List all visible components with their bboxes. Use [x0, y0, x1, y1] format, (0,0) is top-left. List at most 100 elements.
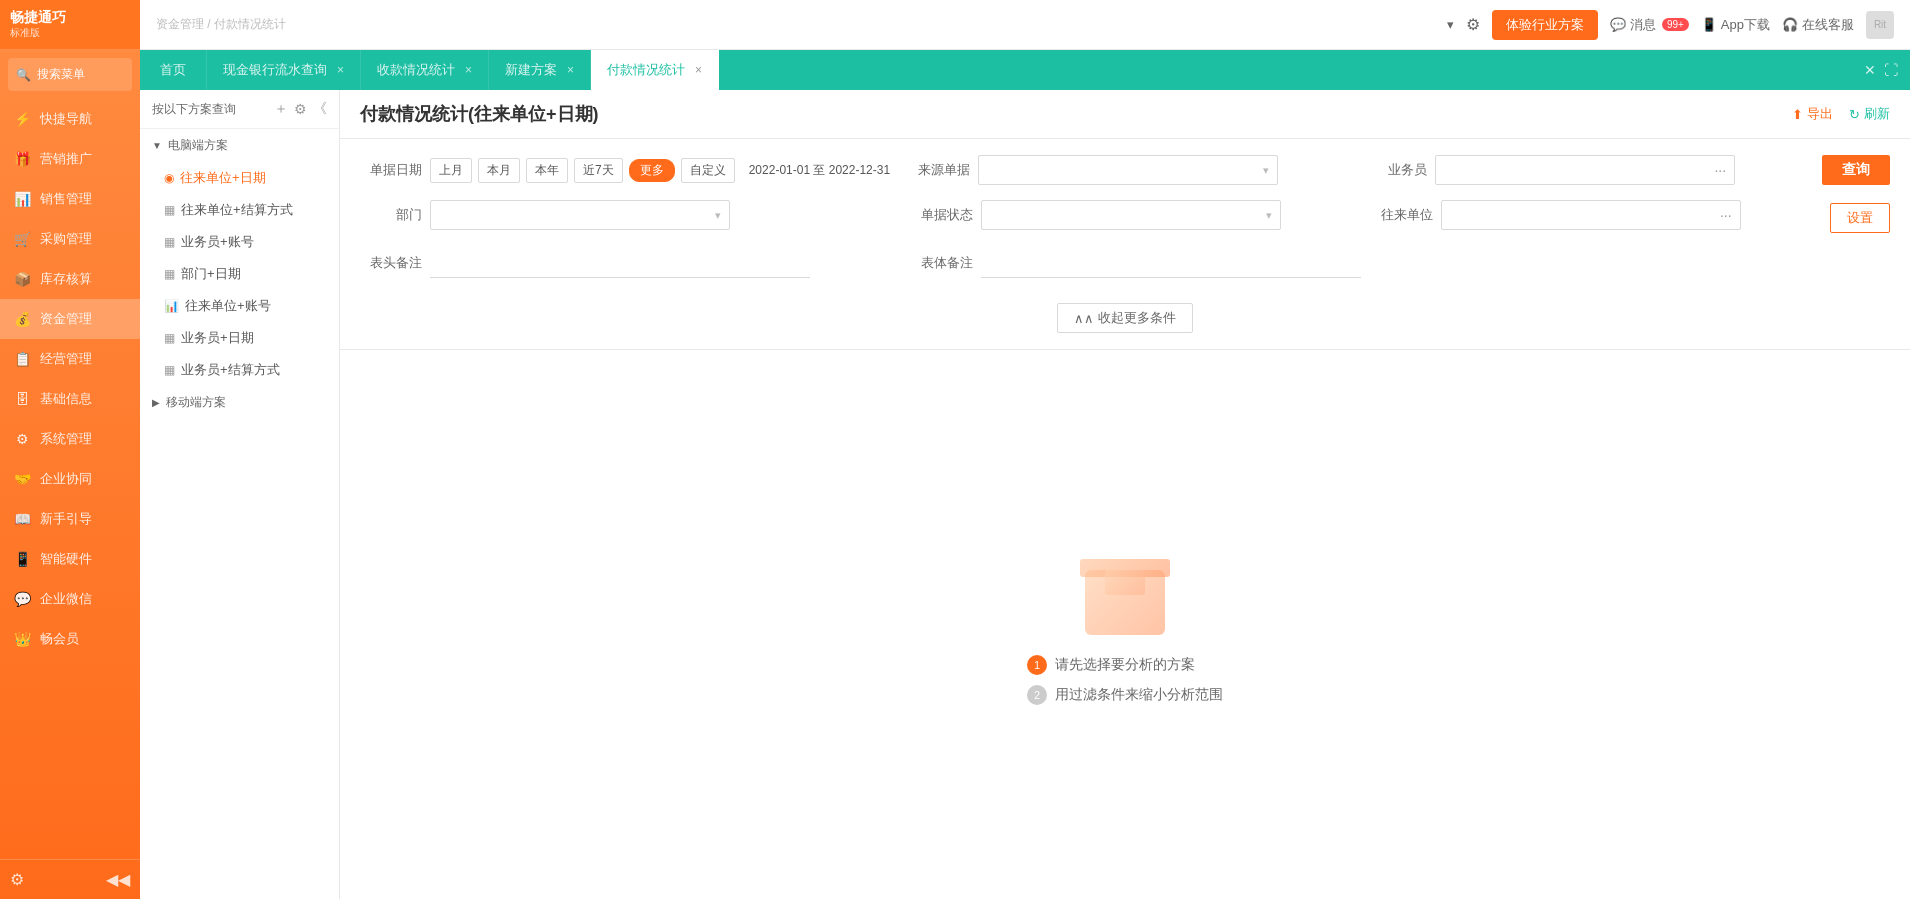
chart-icon: 📊 [12, 189, 32, 209]
expand-icon[interactable]: ⛶ [1884, 62, 1898, 78]
source-select[interactable]: ▾ [978, 155, 1278, 185]
sidebar-item-wechat[interactable]: 💬 企业微信 [0, 579, 140, 619]
sidebar-item-funds[interactable]: 💰 资金管理 [0, 299, 140, 339]
voucher-status-select[interactable]: ▾ [981, 200, 1281, 230]
empty-step-2: 2 用过滤条件来缩小分析范围 [1027, 685, 1223, 705]
message-badge: 99+ [1662, 18, 1689, 31]
sidebar-item-vip[interactable]: 👑 畅会员 [0, 619, 140, 659]
download-icon: 📱 [1701, 17, 1717, 32]
message-button[interactable]: 💬 消息 99+ [1610, 16, 1689, 34]
sidebar-item-label: 基础信息 [40, 390, 92, 408]
date-btn-more[interactable]: 更多 [629, 159, 675, 182]
tab-bank-flow[interactable]: 现金银行流水查询 × [207, 50, 361, 90]
sidebar-item-label: 智能硬件 [40, 550, 92, 568]
page-title: 付款情况统计(往来单位+日期) [360, 102, 599, 126]
ellipsis-icon[interactable]: ··· [1720, 207, 1732, 223]
app-download-button[interactable]: 📱 App下载 [1701, 16, 1770, 34]
step-1-text: 请先选择要分析的方案 [1055, 656, 1195, 674]
sidebar-item-sales[interactable]: 📊 销售管理 [0, 179, 140, 219]
sidebar-item-inventory[interactable]: 📦 库存核算 [0, 259, 140, 299]
sidebar: 畅捷通巧 标准版 🔍 搜索菜单 ⚡ 快捷导航 🎁 营销推广 📊 销售管理 🛒 采… [0, 0, 140, 899]
dropdown-arrow-icon[interactable]: ▾ [1447, 17, 1454, 32]
plan-item-salesperson-payment[interactable]: ▦ 业务员+结算方式 [140, 354, 339, 386]
plan-item-label: 往来单位+账号 [185, 297, 271, 315]
add-plan-icon[interactable]: ＋ [274, 100, 288, 118]
export-button[interactable]: ⬆ 导出 [1792, 105, 1833, 123]
plan-icon: ▦ [164, 331, 175, 345]
plan-item-salesperson-account[interactable]: ▦ 业务员+账号 [140, 226, 339, 258]
sidebar-search[interactable]: 🔍 搜索菜单 [8, 58, 132, 91]
close-all-tabs-icon[interactable]: ✕ [1864, 62, 1876, 78]
tab-receipts[interactable]: 收款情况统计 × [361, 50, 489, 90]
sidebar-item-enterprise[interactable]: 🤝 企业协同 [0, 459, 140, 499]
tab-home[interactable]: 首页 [140, 50, 207, 90]
filter-row-1: 单据日期 上月 本月 本年 近7天 更多 自定义 2022-01-01 至 20… [360, 155, 1890, 185]
plan-item-counterpart-date[interactable]: ◉ 往来单位+日期 [140, 162, 339, 194]
tab-new-plan-close-icon[interactable]: × [567, 63, 574, 77]
refresh-button[interactable]: ↻ 刷新 [1849, 105, 1890, 123]
step-1-num: 1 [1027, 655, 1047, 675]
plan-item-label: 业务员+日期 [181, 329, 254, 347]
collapse-panel-icon[interactable]: 《 [313, 100, 327, 118]
settings-action-col: 设置 [1830, 197, 1890, 233]
money-icon: 💰 [12, 309, 32, 329]
query-button[interactable]: 查询 [1822, 155, 1890, 185]
body-note-input[interactable] [981, 248, 1361, 278]
body-note-label: 表体备注 [911, 254, 981, 272]
sidebar-item-system[interactable]: ⚙ 系统管理 [0, 419, 140, 459]
sidebar-item-operations[interactable]: 📋 经营管理 [0, 339, 140, 379]
dept-select[interactable]: ▾ [430, 200, 730, 230]
date-filter-label: 单据日期 [360, 161, 430, 179]
collapse-button[interactable]: ∧∧ 收起更多条件 [1057, 303, 1193, 333]
sidebar-logo: 畅捷通巧 标准版 [0, 0, 140, 50]
plan-item-counterpart-account[interactable]: 📊 往来单位+账号 [140, 290, 339, 322]
sidebar-item-marketing[interactable]: 🎁 营销推广 [0, 139, 140, 179]
sidebar-item-guide[interactable]: 📖 新手引导 [0, 499, 140, 539]
salesperson-select[interactable]: ··· [1435, 155, 1735, 185]
date-btn-7days[interactable]: 近7天 [574, 158, 623, 183]
settings-plan-icon[interactable]: ⚙ [294, 101, 307, 117]
plan-item-salesperson-date[interactable]: ▦ 业务员+日期 [140, 322, 339, 354]
date-btn-custom[interactable]: 自定义 [681, 158, 735, 183]
date-btn-this-month[interactable]: 本月 [478, 158, 520, 183]
header-note-input[interactable] [430, 248, 810, 278]
cart-icon: 🛒 [12, 229, 32, 249]
settings-button[interactable]: 设置 [1830, 203, 1890, 233]
sidebar-item-label: 采购管理 [40, 230, 92, 248]
export-icon: ⬆ [1792, 107, 1803, 122]
desktop-section-title[interactable]: ▼ 电脑端方案 [140, 129, 339, 162]
search-label: 搜索菜单 [37, 66, 85, 83]
plan-item-counterpart-payment[interactable]: ▦ 往来单位+结算方式 [140, 194, 339, 226]
chevron-down-icon: ▾ [1263, 164, 1269, 177]
plan-item-dept-date[interactable]: ▦ 部门+日期 [140, 258, 339, 290]
tab-bank-flow-label: 现金银行流水查询 [223, 61, 327, 79]
left-panel: 按以下方案查询 ＋ ⚙ 《 ▼ 电脑端方案 ◉ 往来单位+日期 ▦ 往来单位+结… [140, 90, 340, 899]
ellipsis-icon[interactable]: ··· [1714, 162, 1726, 178]
user-avatar[interactable]: Rit [1866, 11, 1894, 39]
tab-receipts-close-icon[interactable]: × [465, 63, 472, 77]
mobile-section-title[interactable]: ▶ 移动端方案 [140, 386, 339, 419]
collapse-sidebar-icon[interactable]: ◀◀ [106, 870, 130, 889]
sidebar-item-quick-nav[interactable]: ⚡ 快捷导航 [0, 99, 140, 139]
settings-icon[interactable]: ⚙ [1466, 15, 1480, 34]
sidebar-item-label: 销售管理 [40, 190, 92, 208]
lightning-icon: ⚡ [12, 109, 32, 129]
tab-bank-flow-close-icon[interactable]: × [337, 63, 344, 77]
date-btn-this-year[interactable]: 本年 [526, 158, 568, 183]
header-note-label: 表头备注 [360, 254, 430, 272]
section-arrow-icon: ▶ [152, 397, 160, 408]
sidebar-item-purchase[interactable]: 🛒 采购管理 [0, 219, 140, 259]
counterpart-select[interactable]: ··· [1441, 200, 1741, 230]
sidebar-item-basic-info[interactable]: 🗄 基础信息 [0, 379, 140, 419]
chat-icon: 💬 [12, 589, 32, 609]
trial-plan-button[interactable]: 体验行业方案 [1492, 10, 1598, 40]
tab-payment-stats-close-icon[interactable]: × [695, 63, 702, 77]
gear-bottom-icon[interactable]: ⚙ [10, 870, 24, 889]
date-btn-last-month[interactable]: 上月 [430, 158, 472, 183]
breadcrumb-text: 资金管理 / 付款情况统计 [156, 16, 286, 33]
tab-payment-stats[interactable]: 付款情况统计 × [591, 50, 719, 90]
step-2-text: 用过滤条件来缩小分析范围 [1055, 686, 1223, 704]
tab-new-plan[interactable]: 新建方案 × [489, 50, 591, 90]
online-service-button[interactable]: 🎧 在线客服 [1782, 16, 1854, 34]
sidebar-item-hardware[interactable]: 📱 智能硬件 [0, 539, 140, 579]
